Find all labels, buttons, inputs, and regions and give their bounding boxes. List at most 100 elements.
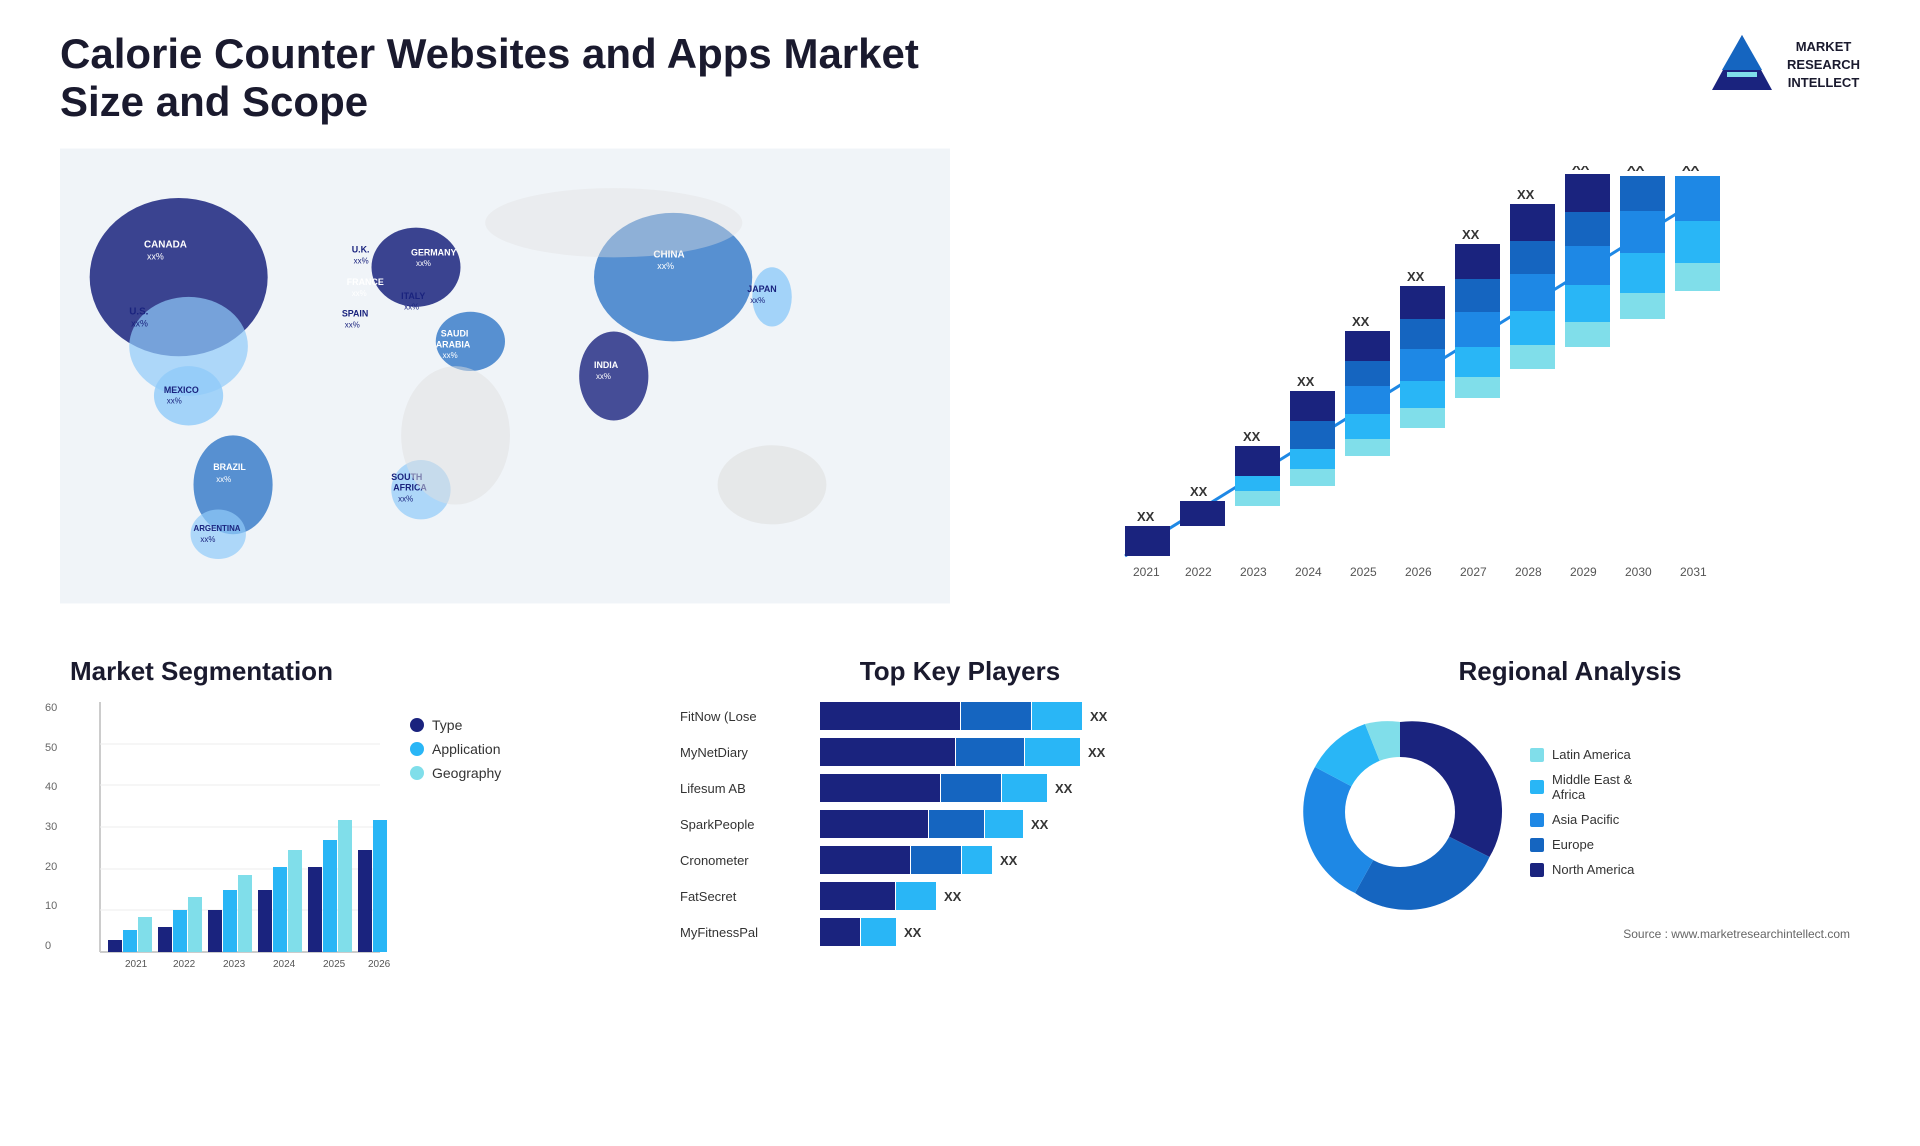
players-list: FitNow (Lose XX MyNetDiary [680,702,1240,946]
player-xx: XX [944,889,961,904]
player-row: SparkPeople XX [680,810,1240,838]
svg-text:ITALY: ITALY [401,291,425,301]
player-name: Lifesum AB [680,781,810,796]
player-bar-seg-1 [820,810,928,838]
trend-line-svg: XX 2021 XX 2022 XX 2023 [990,166,1840,596]
player-bar-container: XX [820,738,1240,766]
legend-europe-label: Europe [1552,837,1594,852]
legend-type-label: Type [432,717,462,733]
svg-text:2026: 2026 [368,959,390,970]
donut-container: Latin America Middle East &Africa Asia P… [1290,702,1850,922]
player-row: MyFitnessPal XX [680,918,1240,946]
legend-geography-label: Geography [432,765,501,781]
svg-text:2024: 2024 [273,959,296,970]
legend-type: Type [410,717,501,733]
segmentation-chart-svg: 2021 2022 2023 2024 2025 2026 [70,702,390,972]
svg-text:xx%: xx% [657,261,674,271]
svg-text:CANADA: CANADA [144,239,187,250]
legend-north-america-color [1530,863,1544,877]
svg-text:U.S.: U.S. [129,307,148,318]
player-name: FitNow (Lose [680,709,810,724]
segmentation-section: Market Segmentation 0 10 20 30 40 50 60 [60,646,640,987]
legend-north-america: North America [1530,862,1634,877]
source-text: Source : www.marketresearchintellect.com [1290,927,1850,941]
legend-application-label: Application [432,741,501,757]
page-title: Calorie Counter Websites and Apps Market… [60,30,960,126]
player-name: Cronometer [680,853,810,868]
player-row: Cronometer XX [680,846,1240,874]
world-map-section: CANADA xx% U.S. xx% MEXICO xx% BRAZIL xx… [60,146,950,626]
svg-text:xx%: xx% [416,259,431,268]
svg-text:2021: 2021 [125,959,148,970]
svg-text:xx%: xx% [404,303,419,312]
svg-text:2025: 2025 [323,959,346,970]
player-bar-stack [820,738,1080,766]
svg-text:xx%: xx% [596,372,611,381]
legend-latin-america-label: Latin America [1552,747,1631,762]
player-bar-seg-3 [1002,774,1047,802]
player-bar-seg-1 [820,918,860,946]
player-xx: XX [904,925,921,940]
svg-text:xx%: xx% [443,351,458,360]
page: Calorie Counter Websites and Apps Market… [0,0,1920,1146]
svg-text:XX: XX [1572,166,1590,173]
svg-text:2031: 2031 [1680,565,1707,579]
player-name: MyFitnessPal [680,925,810,940]
svg-text:xx%: xx% [398,495,413,504]
player-bar-seg-2 [861,918,896,946]
svg-text:XX: XX [1627,166,1645,174]
svg-text:ARABIA: ARABIA [436,339,471,349]
player-bar-seg-2 [941,774,1001,802]
player-bar-seg-1 [820,846,910,874]
svg-text:xx%: xx% [352,289,367,298]
legend-middle-east: Middle East &Africa [1530,772,1634,802]
svg-text:xx%: xx% [750,296,765,305]
svg-text:XX: XX [1137,509,1155,524]
svg-text:2023: 2023 [223,959,246,970]
legend-middle-east-label: Middle East &Africa [1552,772,1632,802]
player-name: MyNetDiary [680,745,810,760]
player-bar-seg-1 [820,774,940,802]
legend-asia-pacific-color [1530,813,1544,827]
player-bar-stack [820,702,1082,730]
svg-text:XX: XX [1517,187,1535,202]
svg-text:2027: 2027 [1460,565,1487,579]
player-row: MyNetDiary XX [680,738,1240,766]
player-name: FatSecret [680,889,810,904]
player-bar-seg-2 [929,810,984,838]
svg-text:XX: XX [1462,227,1480,242]
player-bar-stack [820,846,992,874]
svg-text:2029: 2029 [1570,565,1597,579]
world-map-svg: CANADA xx% U.S. xx% MEXICO xx% BRAZIL xx… [60,146,950,606]
players-title: Top Key Players [680,656,1240,687]
svg-text:2023: 2023 [1240,565,1267,579]
player-bar-seg-2 [961,702,1031,730]
legend-application: Application [410,741,501,757]
growth-chart-section: XX 2021 XX 2022 XX 2023 [970,146,1860,626]
segmentation-legend: Type Application Geography [410,717,501,977]
segmentation-title: Market Segmentation [70,656,630,687]
svg-text:XX: XX [1297,374,1315,389]
svg-text:xx%: xx% [216,475,231,484]
svg-text:xx%: xx% [147,251,164,261]
svg-text:XX: XX [1190,484,1208,499]
legend-north-america-label: North America [1552,862,1634,877]
player-bar-stack [820,774,1047,802]
player-bar-seg-3 [985,810,1023,838]
regional-title: Regional Analysis [1290,656,1850,687]
player-bar-container: XX [820,810,1240,838]
legend-asia-pacific: Asia Pacific [1530,812,1634,827]
svg-text:XX: XX [1682,166,1700,174]
donut-legend: Latin America Middle East &Africa Asia P… [1530,747,1634,877]
player-bar-seg-3 [1032,702,1082,730]
svg-text:xx%: xx% [167,397,182,406]
player-bar-seg-2 [956,738,1024,766]
svg-text:FRANCE: FRANCE [347,277,384,287]
logo-icon [1707,30,1777,100]
svg-text:2030: 2030 [1625,565,1652,579]
svg-text:INDIA: INDIA [594,360,619,370]
svg-text:JAPAN: JAPAN [747,284,776,294]
player-row: Lifesum AB XX [680,774,1240,802]
svg-text:MEXICO: MEXICO [164,385,199,395]
svg-text:2022: 2022 [173,959,196,970]
